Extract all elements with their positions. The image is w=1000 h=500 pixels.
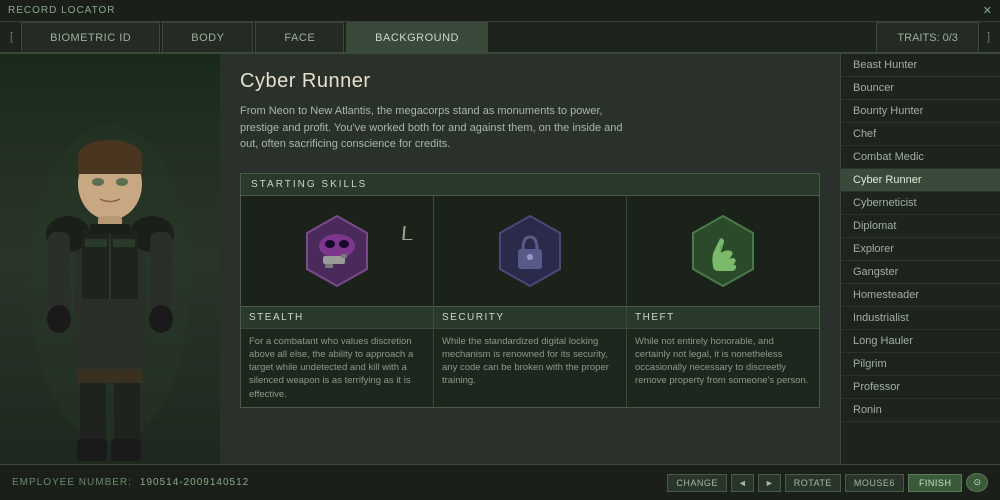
right-sidebar: Beast Hunter Bouncer Bounty Hunter Chef …	[840, 54, 1000, 464]
sidebar-item-industrialist[interactable]: Industrialist	[841, 307, 1000, 330]
character-portrait	[0, 54, 220, 464]
center-content: Cyber Runner From Neon to New Atlantis, …	[220, 54, 840, 464]
tab-body[interactable]: BODY	[162, 22, 253, 52]
skills-header: STARTING SKILLS	[241, 174, 819, 196]
main-content: Cyber Runner From Neon to New Atlantis, …	[0, 54, 1000, 464]
sidebar-item-beast-hunter[interactable]: Beast Hunter	[841, 54, 1000, 77]
sidebar-item-homesteader[interactable]: Homesteader	[841, 284, 1000, 307]
portrait-area	[0, 54, 220, 464]
background-description: From Neon to New Atlantis, the megacorps…	[240, 103, 640, 153]
stealth-skill-name: STEALTH	[241, 306, 433, 329]
bottom-bar: EMPLOYEE NUMBER: 190514-2009140512 CHANG…	[0, 464, 1000, 500]
sidebar-item-long-hauler[interactable]: Long Hauler	[841, 330, 1000, 353]
change-button[interactable]: CHANGE	[667, 474, 727, 492]
cursor-indicator	[402, 226, 413, 240]
sidebar-item-diplomat[interactable]: Diplomat	[841, 215, 1000, 238]
background-title: Cyber Runner	[240, 70, 820, 93]
right-bracket: ]	[981, 31, 996, 43]
skill-card-stealth: STEALTH For a combatant who values discr…	[241, 196, 434, 407]
stealth-skill-desc: For a combatant who values discretion ab…	[241, 329, 433, 407]
sidebar-item-ronin[interactable]: Ronin	[841, 399, 1000, 422]
skill-card-security: SECURITY While the standardized digital …	[434, 196, 627, 407]
rotate-button[interactable]: ROTATE	[785, 474, 841, 492]
prev-button[interactable]: ◄	[731, 474, 754, 492]
security-icon-area	[434, 196, 626, 306]
sidebar-item-cyber-runner[interactable]: Cyber Runner	[841, 169, 1000, 192]
character-silhouette	[20, 84, 200, 464]
tab-face[interactable]: FACE	[255, 22, 344, 52]
finish-button[interactable]: FINISH	[908, 474, 963, 492]
theft-hex-icon	[683, 211, 763, 291]
sidebar-item-pilgrim[interactable]: Pilgrim	[841, 353, 1000, 376]
sidebar-item-combat-medic[interactable]: Combat Medic	[841, 146, 1000, 169]
top-bar: RECORD LOCATOR ✕	[0, 0, 1000, 22]
employee-number: 190514-2009140512	[140, 477, 249, 488]
finish-circle-button[interactable]: ⊙	[966, 473, 988, 492]
close-icon[interactable]: ✕	[983, 4, 992, 17]
tab-background[interactable]: BACKGROUND	[346, 22, 488, 52]
security-skill-desc: While the standardized digital locking m…	[434, 329, 626, 407]
next-button[interactable]: ►	[758, 474, 781, 492]
bottom-buttons: CHANGE ◄ ► ROTATE MOUSE6 FINISH ⊙	[667, 473, 988, 492]
sidebar-item-bounty-hunter[interactable]: Bounty Hunter	[841, 100, 1000, 123]
skill-card-theft: THEFT While not entirely honorable, and …	[627, 196, 819, 407]
theft-icon-area	[627, 196, 819, 306]
skills-grid: STEALTH For a combatant who values discr…	[241, 196, 819, 407]
sidebar-item-gangster[interactable]: Gangster	[841, 261, 1000, 284]
security-hex-icon	[490, 211, 570, 291]
theft-skill-desc: While not entirely honorable, and certai…	[627, 329, 819, 407]
sidebar-item-chef[interactable]: Chef	[841, 123, 1000, 146]
sidebar-item-professor[interactable]: Professor	[841, 376, 1000, 399]
skills-section: STARTING SKILLS	[240, 173, 820, 408]
employee-label: EMPLOYEE NUMBER:	[12, 477, 132, 488]
sidebar-item-bouncer[interactable]: Bouncer	[841, 77, 1000, 100]
stealth-hex-icon	[297, 211, 377, 291]
record-locator-title: RECORD LOCATOR	[8, 5, 116, 16]
theft-skill-name: THEFT	[627, 306, 819, 329]
mouse6-button[interactable]: MOUSE6	[845, 474, 904, 492]
tab-traits[interactable]: TRAITS: 0/3	[876, 22, 979, 52]
sidebar-item-cyberneticist[interactable]: Cyberneticist	[841, 192, 1000, 215]
stealth-icon-area	[241, 196, 433, 306]
nav-tabs: [ BIOMETRIC ID BODY FACE BACKGROUND TRAI…	[0, 22, 1000, 54]
tab-biometric-id[interactable]: BIOMETRIC ID	[21, 22, 160, 52]
left-bracket: [	[4, 31, 19, 43]
sidebar-item-explorer[interactable]: Explorer	[841, 238, 1000, 261]
security-skill-name: SECURITY	[434, 306, 626, 329]
